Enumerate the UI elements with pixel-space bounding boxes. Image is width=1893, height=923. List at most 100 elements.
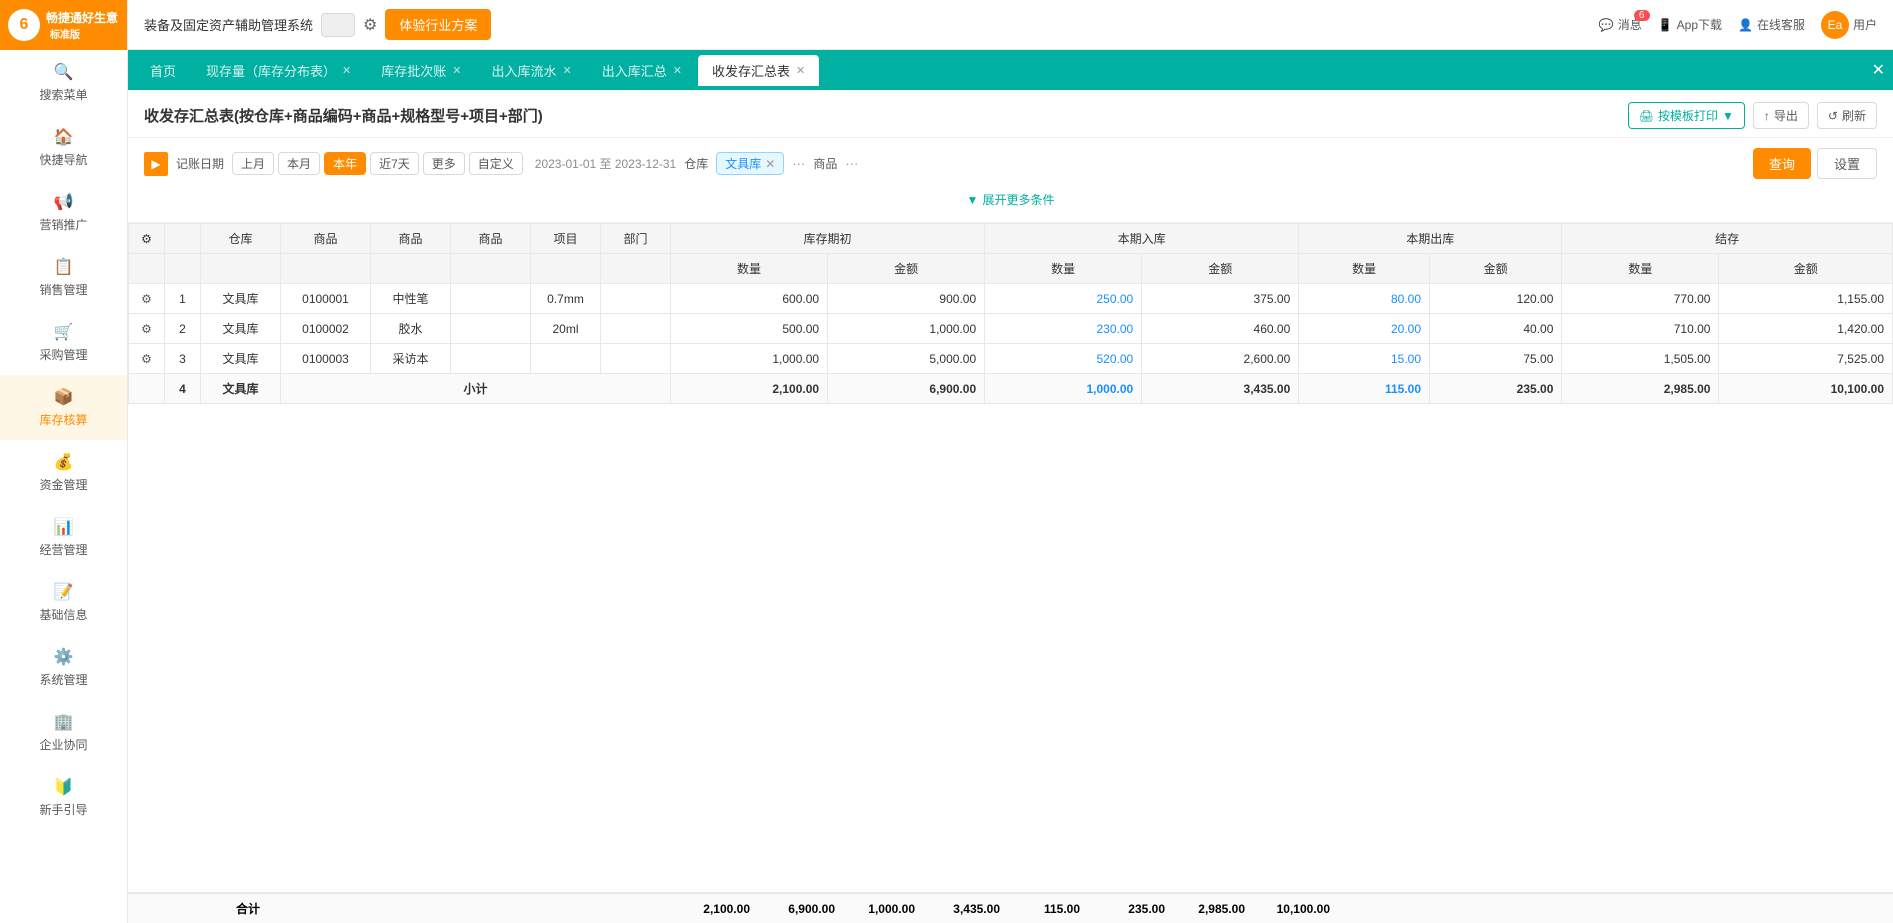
table-container: ⚙ 仓库 商品 商品 商品 项目 部门 库存期初 本期入库 本期出库 结存 [128,223,1893,892]
sidebar-label-purchase: 采购管理 [39,346,87,363]
tab-home[interactable]: 首页 [136,55,190,86]
tabs-container: 首页现存量（库存分布表）✕库存批次账✕出入库流水✕出入库汇总✕收发存汇总表✕ [136,55,819,86]
tab-recv-send[interactable]: 收发存汇总表✕ [698,55,819,86]
warehouse-ellipsis[interactable]: ··· [792,156,805,171]
sidebar-item-sales[interactable]: 📋销售管理 [0,245,127,310]
online-support-item[interactable]: 👤 在线客服 [1738,16,1805,33]
sidebar-item-finance[interactable]: 💰资金管理 [0,440,127,505]
sidebar-item-purchase[interactable]: 🛒采购管理 [0,310,127,375]
app-download-label: App下载 [1677,16,1722,33]
app-logo: 6 畅捷通好生意 标准版 [0,0,127,50]
row-out-amt-0: 120.00 [1430,284,1562,314]
settings-icon[interactable]: ⚙ [363,15,377,35]
date-btn-4[interactable]: 更多 [423,152,465,175]
goods-ellipsis[interactable]: ··· [845,156,858,171]
row-in-qty-0[interactable]: 250.00 [985,284,1142,314]
export-button[interactable]: ↑ 导出 [1753,102,1809,129]
expand-more[interactable]: ▼ 展开更多条件 [144,187,1877,212]
date-btn-1[interactable]: 本月 [278,152,320,175]
warehouse-tag: 文具库 ✕ [716,152,784,175]
row-spec-0: 0.7mm [531,284,601,314]
tab-close-batch[interactable]: ✕ [452,64,461,77]
user-item[interactable]: Ea 用户 [1821,11,1877,39]
messages-item[interactable]: 💬 消息 6 [1599,16,1642,33]
sidebar-label-enterprise: 企业协同 [39,736,87,753]
sidebar-item-guide[interactable]: 🔰新手引导 [0,765,127,830]
sidebar-icon-marketing: 📢 [54,192,74,212]
row-project-1 [601,314,671,344]
col-sub-seq [165,254,201,284]
tab-close-inventory[interactable]: ✕ [342,64,351,77]
tab-bar-close[interactable]: ✕ [1872,60,1885,80]
row-seq-0: 1 [165,284,201,314]
sidebar-item-operations[interactable]: 📊经营管理 [0,505,127,570]
sidebar-item-marketing[interactable]: 📢营销推广 [0,180,127,245]
sidebar-item-basic-info[interactable]: 📝基础信息 [0,570,127,635]
col-sub-opening-qty: 数量 [671,254,828,284]
date-btn-5[interactable]: 自定义 [469,152,523,175]
sidebar-item-search[interactable]: 🔍搜索菜单 [0,50,127,115]
tab-close-inout-summary[interactable]: ✕ [673,64,682,77]
settings-button[interactable]: 设置 [1817,148,1877,179]
col-sub-project [601,254,671,284]
date-range: 2023-01-01 至 2023-12-31 [535,155,676,172]
print-button[interactable]: 🖨 按模板打印 ▼ [1628,102,1745,129]
sidebar-icon-system: ⚙️ [54,647,74,667]
col-header-project: 部门 [601,224,671,254]
subtotal-out-qty[interactable]: 115.00 [1299,374,1430,404]
row-settings-2[interactable]: ⚙ [129,344,165,374]
tab-close-inout-flow[interactable]: ✕ [563,64,572,77]
row-out-qty-1[interactable]: 20.00 [1299,314,1430,344]
sidebar-item-enterprise[interactable]: 🏢企业协同 [0,700,127,765]
system-selector[interactable] [321,13,355,37]
tab-batch[interactable]: 库存批次账✕ [367,55,475,86]
tab-inout-summary[interactable]: 出入库汇总✕ [588,55,696,86]
system-title: 装备及固定资产辅助管理系统 [144,15,313,34]
sidebar-label-operations: 经营管理 [39,541,87,558]
sidebar-label-sales: 销售管理 [39,281,87,298]
date-btn-3[interactable]: 近7天 [370,152,419,175]
refresh-button[interactable]: ↺ 刷新 [1817,102,1877,129]
row-settings-1[interactable]: ⚙ [129,314,165,344]
row-in-qty-1[interactable]: 230.00 [985,314,1142,344]
app-download-item[interactable]: 📱 App下载 [1658,16,1722,33]
col-header-settings[interactable]: ⚙ [129,224,165,254]
footer-bal-qty: 2,985.00 [1173,902,1253,916]
support-icon: 👤 [1738,18,1753,32]
row-out-qty-2[interactable]: 15.00 [1299,344,1430,374]
col-header-opening-group: 库存期初 [671,224,985,254]
filter-expand-button[interactable]: ▶ [144,152,168,176]
sidebar-item-inventory-mgmt[interactable]: 📦库存核算 [0,375,127,440]
row-warehouse-2: 文具库 [201,344,281,374]
user-label: 用户 [1853,16,1877,33]
subtotal-in-qty[interactable]: 1,000.00 [985,374,1142,404]
col-header-goods1: 商品 [371,224,451,254]
sidebar-label-system: 系统管理 [39,671,87,688]
subtotal-opening-amt: 6,900.00 [828,374,985,404]
row-warehouse-0: 文具库 [201,284,281,314]
row-opening-amt-2: 5,000.00 [828,344,985,374]
warehouse-tag-close[interactable]: ✕ [765,157,775,171]
tab-close-recv-send[interactable]: ✕ [796,64,805,77]
row-settings-0[interactable]: ⚙ [129,284,165,314]
query-button[interactable]: 查询 [1753,148,1811,179]
tab-inout-flow[interactable]: 出入库流水✕ [477,55,585,86]
tab-inventory[interactable]: 现存量（库存分布表）✕ [192,55,365,86]
row-in-qty-2[interactable]: 520.00 [985,344,1142,374]
trial-button[interactable]: 体验行业方案 [385,9,491,40]
row-seq-1: 2 [165,314,201,344]
col-header-in-group: 本期入库 [985,224,1299,254]
sidebar-icon-guide: 🔰 [54,777,74,797]
date-btn-0[interactable]: 上月 [232,152,274,175]
sidebar-label-basic-info: 基础信息 [39,606,87,623]
row-spec-2 [531,344,601,374]
subtotal-row: 4 文具库 小计 2,100.00 6,900.00 1,000.00 3,43… [129,374,1893,404]
row-goods2-2 [451,344,531,374]
sidebar-label-search: 搜索菜单 [39,86,87,103]
row-out-qty-0[interactable]: 80.00 [1299,284,1430,314]
footer-opening-qty: 2,100.00 [678,902,758,916]
date-btn-2[interactable]: 本年 [324,152,366,175]
sidebar-item-quick-nav[interactable]: 🏠快捷导航 [0,115,127,180]
subtotal-settings [129,374,165,404]
sidebar-item-system[interactable]: ⚙️ 系统管理 [0,635,127,700]
